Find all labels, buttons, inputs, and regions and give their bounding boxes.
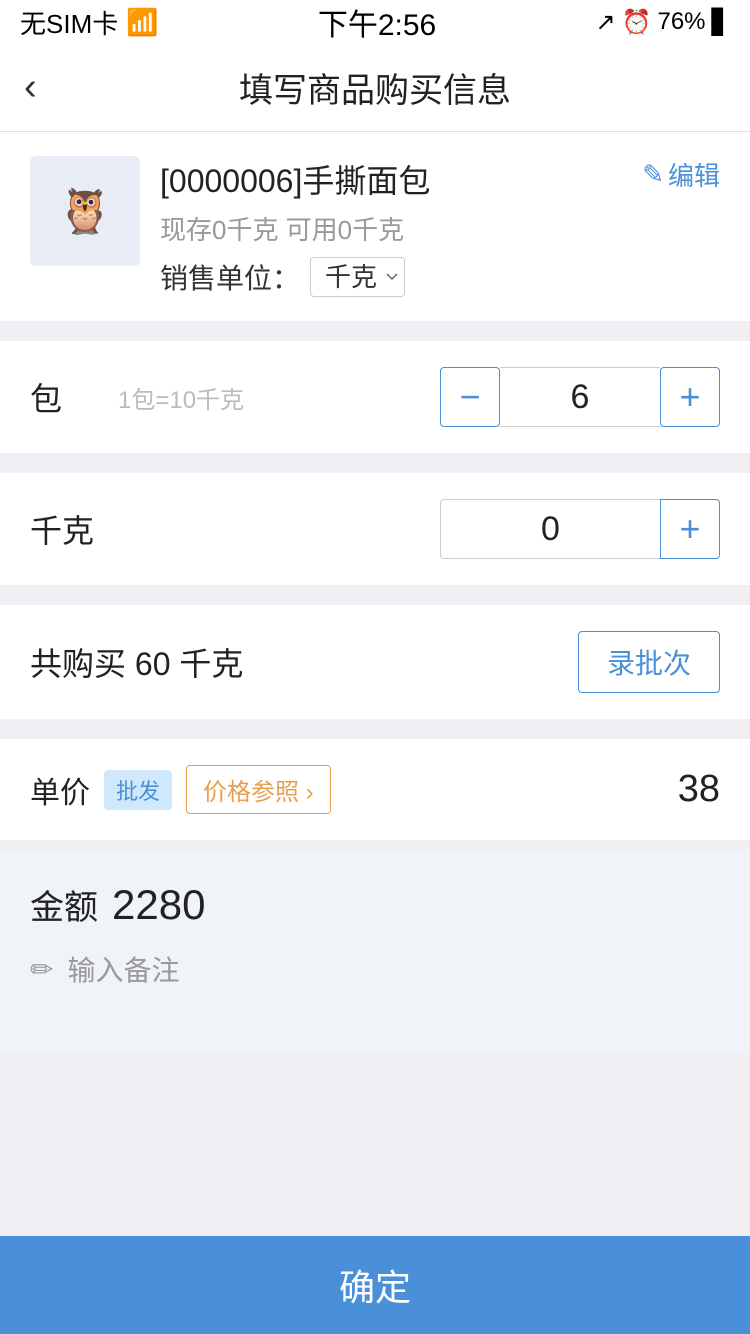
confirm-button[interactable]: 确定 [0, 1236, 750, 1334]
product-stock: 现存0千克 可用0千克 [160, 210, 720, 247]
price-value: 38 [678, 768, 720, 811]
carrier-text: 无SIM卡 [20, 4, 118, 41]
product-name: [0000006]手撕面包 [160, 156, 720, 202]
nav-title: 填写商品购买信息 [239, 63, 511, 112]
pencil-icon: ✏ [30, 953, 53, 986]
status-bar: 无SIM卡 📶 下午2:56 ↗ ⏰ 76% ▋ [0, 0, 750, 44]
product-unit-row: 销售单位： 千克 [160, 257, 720, 297]
kg-row: 千克 + [0, 473, 750, 585]
product-card: 🦉 [0000006]手撕面包 现存0千克 可用0千克 销售单位： 千克 ✎ 编… [0, 132, 750, 321]
divider3 [0, 595, 750, 605]
kg-plus-button[interactable]: + [660, 499, 720, 559]
kg-input[interactable] [440, 499, 660, 559]
unit-select[interactable]: 千克 [310, 257, 405, 297]
kg-label: 千克 [30, 506, 110, 552]
divider2 [0, 463, 750, 473]
batch-button[interactable]: 录批次 [578, 631, 720, 693]
divider4 [0, 729, 750, 739]
summary-text: 共购买 60 千克 [30, 639, 243, 685]
status-time: 下午2:56 [318, 0, 436, 44]
pack-minus-button[interactable]: − [440, 367, 500, 427]
alarm-icon: ⏰ [622, 8, 652, 37]
remark-row[interactable]: ✏ 输入备注 [30, 949, 720, 989]
edit-icon: ✎ [642, 159, 664, 190]
kg-stepper: + [440, 499, 720, 559]
pack-input[interactable] [500, 367, 660, 427]
amount-value: 2280 [112, 881, 205, 929]
pack-section: 包 1包=10千克 − + [0, 341, 750, 453]
pack-sublabel: 1包=10千克 [118, 380, 440, 415]
price-section: 单价 批发 价格参照 › 38 [0, 739, 750, 840]
amount-section: 金额 2280 ✏ 输入备注 [0, 850, 750, 1050]
pack-stepper: − + [440, 367, 720, 427]
status-left: 无SIM卡 📶 [20, 4, 159, 41]
pack-row: 包 1包=10千克 − + [0, 341, 750, 453]
price-label: 单价 [30, 768, 90, 812]
divider [0, 331, 750, 341]
back-button[interactable]: ‹ [24, 66, 37, 109]
product-info: [0000006]手撕面包 现存0千克 可用0千克 销售单位： 千克 [160, 156, 720, 297]
summary-section: 共购买 60 千克 录批次 [0, 605, 750, 719]
wifi-icon: 📶 [126, 7, 158, 38]
battery-text: 76% [657, 8, 705, 36]
remark-placeholder: 输入备注 [67, 949, 179, 989]
batch-tag: 批发 [104, 770, 172, 810]
edit-button[interactable]: ✎ 编辑 [642, 156, 720, 193]
unit-label: 销售单位： [160, 257, 300, 297]
kg-section: 千克 + [0, 473, 750, 585]
product-thumbnail: 🦉 [30, 156, 140, 266]
battery-icon: ▋ [712, 8, 730, 37]
product-thumb-icon: 🦉 [58, 185, 113, 237]
location-icon: ↗ [595, 8, 615, 37]
status-right: ↗ ⏰ 76% ▋ [595, 8, 730, 37]
amount-row: 金额 2280 [30, 880, 720, 929]
pack-plus-button[interactable]: + [660, 367, 720, 427]
price-ref-button[interactable]: 价格参照 › [186, 765, 331, 814]
amount-label: 金额 [30, 880, 98, 929]
pack-label: 包 [30, 374, 110, 420]
nav-bar: ‹ 填写商品购买信息 [0, 44, 750, 132]
